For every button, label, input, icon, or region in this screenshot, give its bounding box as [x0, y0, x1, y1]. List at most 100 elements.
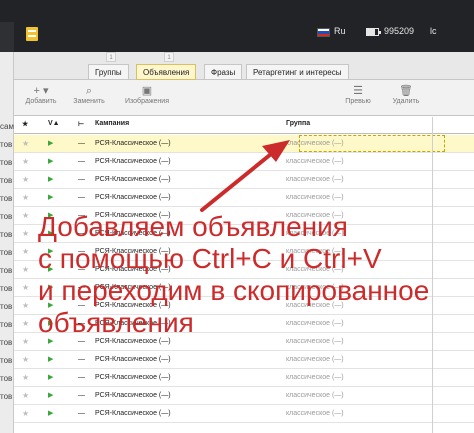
delete-button[interactable]: 🗑 Удалить [388, 84, 424, 112]
sidebar-row[interactable]: тов [0, 158, 14, 167]
star-icon[interactable]: ★ [22, 171, 29, 189]
topbar-side-block [0, 22, 14, 52]
sidebar-row[interactable]: тов [0, 194, 14, 203]
tab-ads[interactable]: Объявления [136, 64, 197, 80]
campaign-cell: РСЯ-Классическое (—) [95, 392, 171, 399]
sidebar-row[interactable]: тов [0, 176, 14, 185]
star-icon[interactable]: ★ [22, 369, 29, 387]
tab-phrases[interactable]: Фразы [204, 64, 243, 80]
star-column-header[interactable]: ★ [22, 120, 28, 128]
replace-button[interactable]: ⌕ Заменить [68, 84, 110, 112]
star-icon[interactable]: ★ [22, 315, 29, 333]
table-row[interactable]: ★ ▶ — РСЯ-Классическое (—) классическое (—) [14, 387, 474, 405]
campaign-cell: РСЯ-Классическое (—) [95, 158, 171, 165]
sidebar-row[interactable]: тов [0, 248, 14, 257]
sidebar-row[interactable]: тов [0, 392, 14, 401]
flag-icon: ▶ [48, 410, 54, 417]
status-column-header[interactable]: V▲ [48, 120, 60, 127]
flag-icon: ▶ [48, 356, 54, 363]
dash-cell: — [78, 158, 85, 165]
dash-cell: — [78, 356, 85, 363]
star-icon[interactable]: ★ [22, 333, 29, 351]
star-icon[interactable]: ★ [22, 135, 29, 153]
ru-flag-icon[interactable] [317, 28, 330, 37]
sidebar-row[interactable]: сам [0, 122, 14, 131]
dash-cell: — [78, 140, 85, 147]
images-label: Изображения [125, 98, 169, 105]
app-logo-icon[interactable] [26, 27, 38, 41]
annotation-line: объявления [38, 307, 194, 338]
annotation-text: Добавляем объявления с помощью Ctrl+C и … [38, 211, 474, 339]
tab-groups[interactable]: Группы [88, 64, 129, 80]
campaign-column-header[interactable]: Кампания [95, 120, 129, 127]
sidebar-row[interactable]: тов [0, 356, 14, 365]
campaign-cell: РСЯ-Классическое (—) [95, 140, 171, 147]
sidebar-row[interactable]: тов [0, 302, 14, 311]
table-row[interactable]: ★ ▶ — РСЯ-Классическое (—) классическое (—) [14, 153, 474, 171]
annotation-line: Добавляем объявления [38, 211, 348, 242]
account-id[interactable]: 995209 [384, 26, 414, 36]
star-icon[interactable]: ★ [22, 225, 29, 243]
star-icon[interactable]: ★ [22, 405, 29, 423]
table-row[interactable]: ★ ▶ — РСЯ-Классическое (—) классическое (—) [14, 369, 474, 387]
sidebar-row[interactable]: тов [0, 284, 14, 293]
preview-label: Превью [345, 98, 371, 105]
user-menu[interactable]: lc [430, 26, 437, 36]
group-cell: классическое (—) [286, 392, 344, 399]
battery-icon [366, 28, 381, 36]
group-cell: классическое (—) [286, 356, 344, 363]
star-icon[interactable]: ★ [22, 243, 29, 261]
tab-retargeting[interactable]: Ретаргетинг и интересы [246, 64, 349, 80]
table-row[interactable]: ★ ▶ — РСЯ-Классическое (—) классическое (—) [14, 351, 474, 369]
flag-icon: ▶ [48, 140, 54, 147]
sidebar-row[interactable]: тов [0, 374, 14, 383]
sidebar-row[interactable]: тов [0, 320, 14, 329]
dash-cell: — [78, 392, 85, 399]
sidebar-row[interactable]: тов [0, 338, 14, 347]
preview-button[interactable]: ☰ Превью [340, 84, 376, 112]
table-row[interactable]: ★ ▶ — РСЯ-Классическое (—) классическое (—) [14, 405, 474, 423]
star-icon[interactable]: ★ [22, 279, 29, 297]
group-column-header[interactable]: Группа [286, 120, 310, 127]
add-icon: + ▾ [33, 85, 49, 97]
preview-icon: ☰ [353, 85, 363, 97]
table-row[interactable]: ★ ▶ — РСЯ-Классическое (—) классическое (—) [14, 171, 474, 189]
delete-label: Удалить [392, 98, 420, 105]
tab-counter: 1 [106, 52, 116, 62]
star-icon[interactable]: ★ [22, 297, 29, 315]
flag-icon: ▶ [48, 392, 54, 399]
star-icon[interactable]: ★ [22, 207, 29, 225]
add-label: Добавить [25, 98, 57, 105]
dash-cell: — [78, 410, 85, 417]
group-cell: классическое (—) [286, 176, 344, 183]
sidebar-row[interactable]: тов [0, 212, 14, 221]
star-icon[interactable]: ★ [22, 261, 29, 279]
search-icon: ⌕ [85, 85, 93, 97]
sidebar-row[interactable]: тов [0, 230, 14, 239]
star-icon[interactable]: ★ [22, 387, 29, 405]
images-button[interactable]: ▣ Изображения [118, 84, 176, 112]
add-button[interactable]: + ▾ Добавить [20, 84, 62, 112]
star-icon[interactable]: ★ [22, 351, 29, 369]
language-switcher[interactable]: Ru [334, 26, 346, 36]
star-icon[interactable]: ★ [22, 153, 29, 171]
dash-cell: — [78, 194, 85, 201]
annotation-line: и переходим в скопированное [38, 275, 430, 306]
replace-label: Заменить [73, 98, 105, 105]
dash-cell: — [78, 374, 85, 381]
star-icon[interactable]: ★ [22, 189, 29, 207]
tabs-strip [14, 52, 474, 80]
sort-column-header[interactable]: ⊢ [78, 120, 84, 128]
tab-counter: 1 [164, 52, 174, 62]
group-cell: классическое (—) [286, 194, 344, 201]
sidebar-row[interactable]: тов [0, 266, 14, 275]
sidebar-row[interactable]: тов [0, 140, 14, 149]
group-cell: классическое (—) [286, 158, 344, 165]
table-row[interactable]: ★ ▶ — РСЯ-Классическое (—) классическое (—) [14, 135, 474, 153]
table-row[interactable]: ★ ▶ — РСЯ-Классическое (—) классическое (—) [14, 189, 474, 207]
flag-icon: ▶ [48, 158, 54, 165]
campaign-cell: РСЯ-Классическое (—) [95, 356, 171, 363]
annotation-line: с помощью Ctrl+C и Ctrl+V [38, 243, 382, 274]
left-sidebar: сам тов тов тов тов тов тов тов тов тов тов тов тов т… [0, 52, 14, 433]
trash-icon: 🗑 [399, 85, 413, 97]
